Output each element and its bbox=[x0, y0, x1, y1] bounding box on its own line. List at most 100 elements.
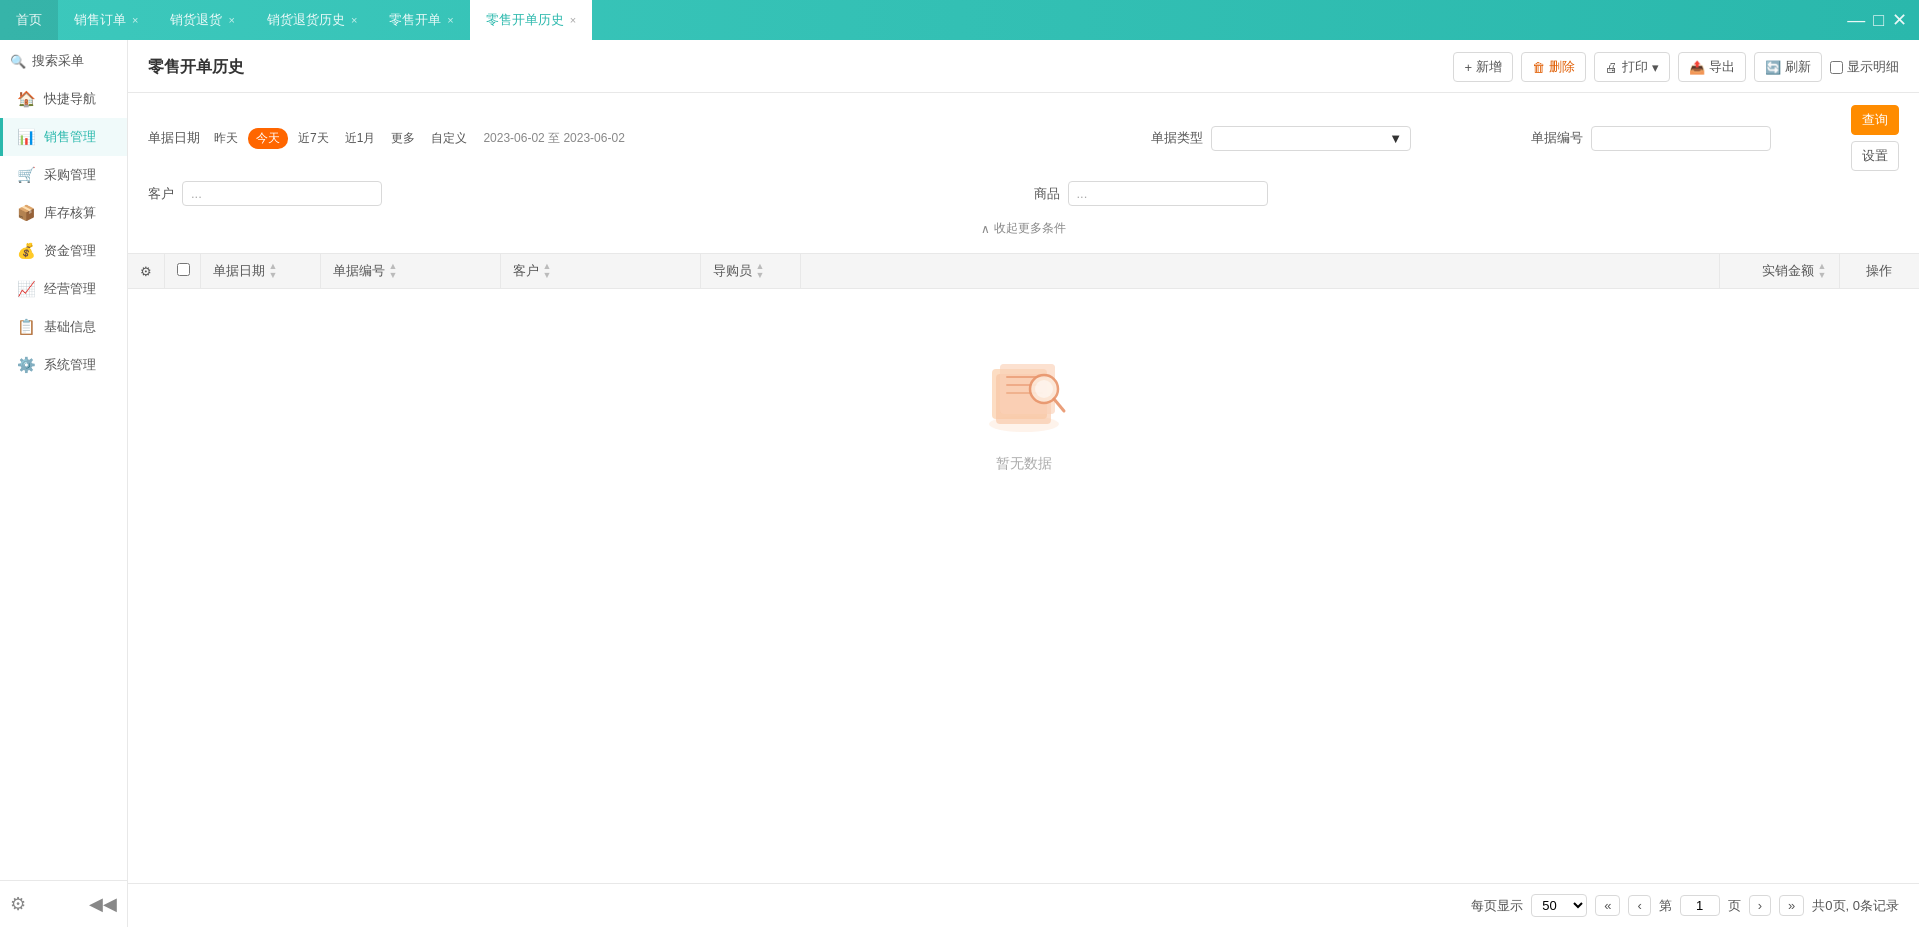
tab-sales-return-history[interactable]: 销货退货历史 × bbox=[251, 0, 373, 40]
settings-col-icon: ⚙ bbox=[140, 264, 152, 279]
add-button[interactable]: + 新增 bbox=[1453, 52, 1513, 82]
pagination: 每页显示 50 10 20 100 « ‹ 第 页 › » 共0页, 0条记录 bbox=[128, 883, 1919, 927]
tab-retail-open-close[interactable]: × bbox=[447, 14, 453, 26]
collapse-bar[interactable]: ∧ 收起更多条件 bbox=[148, 216, 1899, 241]
show-detail-checkbox[interactable]: 显示明细 bbox=[1830, 58, 1899, 76]
refresh-label: 刷新 bbox=[1785, 58, 1811, 76]
first-page-button[interactable]: « bbox=[1595, 895, 1620, 916]
date-control: 昨天 今天 近7天 近1月 更多 自定义 2023-06-02 至 2023-0… bbox=[208, 128, 1131, 149]
date-today[interactable]: 今天 bbox=[248, 128, 288, 149]
maximize-button[interactable]: □ bbox=[1873, 11, 1884, 29]
tab-sales-return-history-close[interactable]: × bbox=[351, 14, 357, 26]
th-settings[interactable]: ⚙ bbox=[128, 254, 164, 289]
sidebar-item-operations[interactable]: 📈 经营管理 bbox=[0, 270, 127, 308]
sidebar-item-sales-mgmt[interactable]: 📊 销售管理 bbox=[0, 118, 127, 156]
query-button[interactable]: 查询 bbox=[1851, 105, 1899, 135]
th-date[interactable]: 单据日期 ▲▼ bbox=[200, 254, 320, 289]
home-icon: 🏠 bbox=[17, 90, 36, 108]
per-page-select[interactable]: 50 10 20 100 bbox=[1531, 894, 1587, 917]
next-page-icon: › bbox=[1758, 898, 1762, 913]
tab-sales-order-label: 销售订单 bbox=[74, 11, 126, 29]
type-label: 单据类型 bbox=[1151, 129, 1203, 147]
customer-label: 客户 bbox=[148, 185, 174, 203]
th-customer[interactable]: 客户 ▲▼ bbox=[500, 254, 700, 289]
sidebar-item-quick-nav[interactable]: 🏠 快捷导航 bbox=[0, 80, 127, 118]
delete-label: 删除 bbox=[1549, 58, 1575, 76]
top-nav: 首页 销售订单 × 销货退货 × 销货退货历史 × 零售开单 × 零售开单历史 … bbox=[0, 0, 1919, 40]
minimize-button[interactable]: — bbox=[1847, 11, 1865, 29]
close-button[interactable]: ✕ bbox=[1892, 11, 1907, 29]
date-shortcuts: 昨天 今天 近7天 近1月 更多 自定义 bbox=[208, 128, 473, 149]
sidebar-item-system[interactable]: ⚙️ 系统管理 bbox=[0, 346, 127, 384]
amount-sort-icon: ▲▼ bbox=[1818, 262, 1827, 280]
settings-query-button[interactable]: 设置 bbox=[1851, 141, 1899, 171]
th-ops: 操作 bbox=[1839, 254, 1919, 289]
last-page-button[interactable]: » bbox=[1779, 895, 1804, 916]
delete-button[interactable]: 🗑 删除 bbox=[1521, 52, 1586, 82]
sidebar-item-inventory[interactable]: 📦 库存核算 bbox=[0, 194, 127, 232]
tab-bar: 首页 销售订单 × 销货退货 × 销货退货历史 × 零售开单 × 零售开单历史 … bbox=[0, 0, 1847, 40]
sidebar-item-base-info[interactable]: 📋 基础信息 bbox=[0, 308, 127, 346]
tab-sales-order[interactable]: 销售订单 × bbox=[58, 0, 154, 40]
add-label: 新增 bbox=[1476, 58, 1502, 76]
next-page-button[interactable]: › bbox=[1749, 895, 1771, 916]
tab-sales-return[interactable]: 销货退货 × bbox=[154, 0, 250, 40]
tab-retail-open-label: 零售开单 bbox=[389, 11, 441, 29]
date-custom[interactable]: 自定义 bbox=[425, 128, 473, 149]
sidebar-item-finance[interactable]: 💰 资金管理 bbox=[0, 232, 127, 270]
sidebar-item-base-info-label: 基础信息 bbox=[44, 318, 96, 336]
prev-page-button[interactable]: ‹ bbox=[1628, 895, 1650, 916]
refresh-icon: 🔄 bbox=[1765, 60, 1781, 75]
type-select[interactable]: ▼ bbox=[1211, 126, 1411, 151]
customer-picker[interactable]: ... bbox=[182, 181, 382, 206]
print-dropdown-icon: ▾ bbox=[1652, 60, 1659, 75]
sidebar-search[interactable]: 🔍 搜索采单 bbox=[0, 40, 127, 80]
tab-sales-return-close[interactable]: × bbox=[228, 14, 234, 26]
th-amount[interactable]: 实销金额 ▲▼ bbox=[1719, 254, 1839, 289]
show-detail-input[interactable] bbox=[1830, 61, 1843, 74]
empty-text: 暂无数据 bbox=[996, 455, 1052, 473]
print-label: 打印 bbox=[1622, 58, 1648, 76]
inventory-icon: 📦 bbox=[17, 204, 36, 222]
print-button[interactable]: 🖨 打印 ▾ bbox=[1594, 52, 1670, 82]
add-icon: + bbox=[1464, 60, 1472, 75]
tab-retail-open-history-close[interactable]: × bbox=[570, 14, 576, 26]
date-yesterday[interactable]: 昨天 bbox=[208, 128, 244, 149]
th-customer-label: 客户 bbox=[513, 262, 539, 280]
sidebar-bottom: ⚙ ◀◀ bbox=[0, 880, 127, 927]
page-header: 零售开单历史 + 新增 🗑 删除 🖨 打印 ▾ 📤 导出 bbox=[128, 40, 1919, 93]
tab-home[interactable]: 首页 bbox=[0, 0, 58, 40]
date-more[interactable]: 更多 bbox=[385, 128, 421, 149]
tab-retail-open[interactable]: 零售开单 × bbox=[373, 0, 469, 40]
product-picker[interactable]: ... bbox=[1068, 181, 1268, 206]
print-icon: 🖨 bbox=[1605, 60, 1618, 75]
tab-retail-open-history[interactable]: 零售开单历史 × bbox=[470, 0, 592, 40]
select-all-checkbox[interactable] bbox=[177, 263, 190, 276]
empty-cell: 暂无数据 bbox=[128, 289, 1919, 534]
sidebar-item-purchase-mgmt[interactable]: 🛒 采购管理 bbox=[0, 156, 127, 194]
finance-icon: 💰 bbox=[17, 242, 36, 260]
refresh-button[interactable]: 🔄 刷新 bbox=[1754, 52, 1822, 82]
svg-line-10 bbox=[1054, 399, 1064, 411]
filter-product: 商品 ... bbox=[1034, 181, 1900, 206]
last-page-icon: » bbox=[1788, 898, 1795, 913]
settings-query-label: 设置 bbox=[1862, 147, 1888, 165]
th-checkbox[interactable] bbox=[164, 254, 200, 289]
number-input[interactable] bbox=[1591, 126, 1771, 151]
settings-bottom-icon[interactable]: ⚙ bbox=[10, 893, 26, 915]
search-icon: 🔍 bbox=[10, 54, 26, 69]
th-number[interactable]: 单据编号 ▲▼ bbox=[320, 254, 500, 289]
date-7days[interactable]: 近7天 bbox=[292, 128, 335, 149]
tab-sales-order-close[interactable]: × bbox=[132, 14, 138, 26]
product-ellipsis: ... bbox=[1077, 186, 1088, 201]
product-label: 商品 bbox=[1034, 185, 1060, 203]
collapse-sidebar-icon[interactable]: ◀◀ bbox=[89, 893, 117, 915]
th-guide[interactable]: 导购员 ▲▼ bbox=[700, 254, 800, 289]
export-button[interactable]: 📤 导出 bbox=[1678, 52, 1746, 82]
page-input[interactable] bbox=[1680, 895, 1720, 916]
date-1month[interactable]: 近1月 bbox=[339, 128, 382, 149]
customer-ellipsis: ... bbox=[191, 186, 202, 201]
summary-text: 共0页, 0条记录 bbox=[1812, 897, 1899, 915]
th-spacer bbox=[800, 254, 1719, 289]
collapse-icon: ∧ bbox=[981, 222, 990, 236]
